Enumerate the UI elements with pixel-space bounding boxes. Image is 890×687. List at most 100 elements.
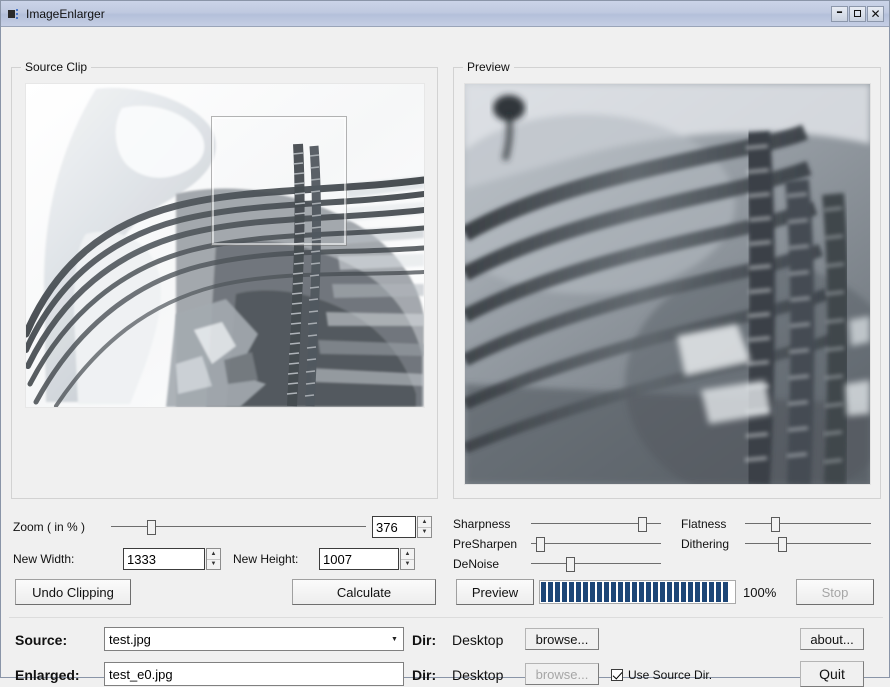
presharpen-slider[interactable] bbox=[531, 536, 661, 552]
checkbox-icon[interactable] bbox=[611, 669, 623, 681]
enlarged-label: Enlarged: bbox=[15, 667, 80, 683]
progress-segment bbox=[555, 582, 560, 602]
new-width-label: New Width: bbox=[13, 552, 75, 566]
zoom-spinner-down[interactable]: ▼ bbox=[418, 528, 431, 538]
new-height-spinner[interactable]: ▲ ▼ bbox=[400, 548, 415, 570]
application-window: ImageEnlarger – ✕ Source Clip Preview Zo… bbox=[0, 0, 890, 687]
client-area: Source Clip Preview Zoom (in %) 376 ▲ … bbox=[1, 27, 889, 687]
maximize-button[interactable] bbox=[849, 5, 866, 22]
source-clip-group-title: Source Clip bbox=[21, 60, 92, 74]
preview-group: Preview bbox=[453, 60, 881, 499]
progress-segment bbox=[597, 582, 602, 602]
denoise-slider-track bbox=[531, 563, 661, 564]
source-dir-label: Dir: bbox=[412, 632, 437, 648]
enlarged-file-value: test_e0.jpg bbox=[109, 666, 173, 682]
progress-segment bbox=[723, 582, 728, 602]
flatness-row: Flatness bbox=[681, 516, 881, 532]
flatness-slider[interactable] bbox=[745, 516, 871, 532]
progress-bar bbox=[539, 580, 736, 604]
source-browse-button[interactable]: browse... bbox=[525, 628, 599, 650]
sharpness-row: Sharpness bbox=[453, 516, 663, 532]
new-width-spinner[interactable]: ▲ ▼ bbox=[206, 548, 221, 570]
progress-segment bbox=[688, 582, 693, 602]
progress-segment bbox=[583, 582, 588, 602]
enlarged-file-input[interactable]: test_e0.jpg bbox=[104, 662, 404, 686]
close-button[interactable]: ✕ bbox=[867, 5, 884, 22]
about-button[interactable]: about... bbox=[800, 628, 864, 650]
denoise-slider-thumb[interactable] bbox=[566, 557, 576, 572]
dithering-slider[interactable] bbox=[745, 536, 871, 552]
progress-segment bbox=[716, 582, 721, 602]
flatness-slider-thumb[interactable] bbox=[771, 517, 781, 532]
zoom-row: Zoom ( in % ) 376 ▲ ▼ bbox=[13, 516, 433, 538]
preview-image-render bbox=[465, 84, 870, 484]
undo-clipping-button[interactable]: Undo Clipping bbox=[15, 579, 131, 605]
denoise-slider[interactable] bbox=[531, 556, 661, 572]
progress-segment bbox=[562, 582, 567, 602]
preview-button[interactable]: Preview bbox=[456, 579, 534, 605]
calculate-button[interactable]: Calculate bbox=[292, 579, 436, 605]
enlarged-dir-value: Desktop bbox=[452, 667, 504, 683]
window-title: ImageEnlarger bbox=[26, 6, 105, 21]
new-height-spinner-up[interactable]: ▲ bbox=[401, 549, 414, 560]
zoom-spinner-up[interactable]: ▲ bbox=[418, 517, 431, 528]
new-width-spinner-up[interactable]: ▲ bbox=[207, 549, 220, 560]
size-row: New Width: 1333 ▲ ▼ New Height: 1007 ▲ ▼ bbox=[13, 548, 433, 570]
source-file-value: test.jpg bbox=[109, 631, 151, 647]
progress-segment bbox=[674, 582, 679, 602]
new-height-input[interactable]: 1007 bbox=[319, 548, 399, 570]
zoom-value-input[interactable]: 376 bbox=[372, 516, 416, 538]
progress-percent-label: 100% bbox=[743, 585, 777, 600]
sharpness-label: Sharpness bbox=[453, 517, 511, 531]
new-height-label: New Height: bbox=[233, 552, 299, 566]
progress-segment bbox=[632, 582, 637, 602]
chevron-down-icon[interactable]: ▼ bbox=[386, 628, 403, 650]
presharpen-slider-track bbox=[531, 543, 661, 544]
source-dir-value: Desktop bbox=[452, 632, 504, 648]
quit-button[interactable]: Quit bbox=[800, 661, 864, 687]
progress-segment bbox=[660, 582, 665, 602]
clip-selection-rectangle[interactable] bbox=[211, 116, 347, 246]
new-height-spinner-down[interactable]: ▼ bbox=[401, 560, 414, 570]
source-file-combo[interactable]: test.jpg ▼ bbox=[104, 627, 404, 651]
progress-segment bbox=[576, 582, 581, 602]
sharpness-slider[interactable] bbox=[531, 516, 661, 532]
divider bbox=[9, 617, 883, 618]
zoom-label: Zoom ( in % ) bbox=[13, 520, 86, 534]
app-icon bbox=[7, 7, 21, 21]
minimize-button[interactable]: – bbox=[831, 5, 848, 22]
dithering-slider-thumb[interactable] bbox=[777, 537, 787, 552]
stop-button[interactable]: Stop bbox=[796, 579, 874, 605]
progress-segment bbox=[653, 582, 658, 602]
progress-segment bbox=[541, 582, 546, 602]
progress-segment bbox=[646, 582, 651, 602]
progress-segment bbox=[569, 582, 574, 602]
progress-segment bbox=[695, 582, 700, 602]
dithering-row: Dithering bbox=[681, 536, 881, 552]
progress-segment bbox=[590, 582, 595, 602]
window-controls: – ✕ bbox=[831, 5, 887, 22]
progress-segment bbox=[625, 582, 630, 602]
enlarged-browse-button[interactable]: browse... bbox=[525, 663, 599, 685]
source-image[interactable] bbox=[25, 83, 425, 408]
denoise-label: DeNoise bbox=[453, 557, 500, 571]
presharpen-label: PreSharpen bbox=[453, 537, 518, 551]
progress-segment bbox=[667, 582, 672, 602]
zoom-slider-thumb[interactable] bbox=[146, 520, 156, 535]
presharpen-slider-thumb[interactable] bbox=[536, 537, 546, 552]
new-width-input[interactable]: 1333 bbox=[123, 548, 205, 570]
use-source-dir-checkbox[interactable]: Use Source Dir. bbox=[611, 668, 712, 682]
flatness-label: Flatness bbox=[681, 517, 727, 531]
enlarged-dir-label: Dir: bbox=[412, 667, 437, 683]
zoom-spinner[interactable]: ▲ ▼ bbox=[417, 516, 432, 538]
presharpen-row: PreSharpen bbox=[453, 536, 663, 552]
dithering-slider-track bbox=[745, 543, 871, 544]
progress-segment bbox=[618, 582, 623, 602]
source-label: Source: bbox=[15, 632, 68, 648]
dithering-label: Dithering bbox=[681, 537, 730, 551]
preview-image[interactable] bbox=[464, 83, 871, 485]
sharpness-slider-thumb[interactable] bbox=[637, 517, 647, 532]
progress-segment bbox=[709, 582, 714, 602]
new-width-spinner-down[interactable]: ▼ bbox=[207, 560, 220, 570]
zoom-slider[interactable] bbox=[111, 519, 366, 535]
